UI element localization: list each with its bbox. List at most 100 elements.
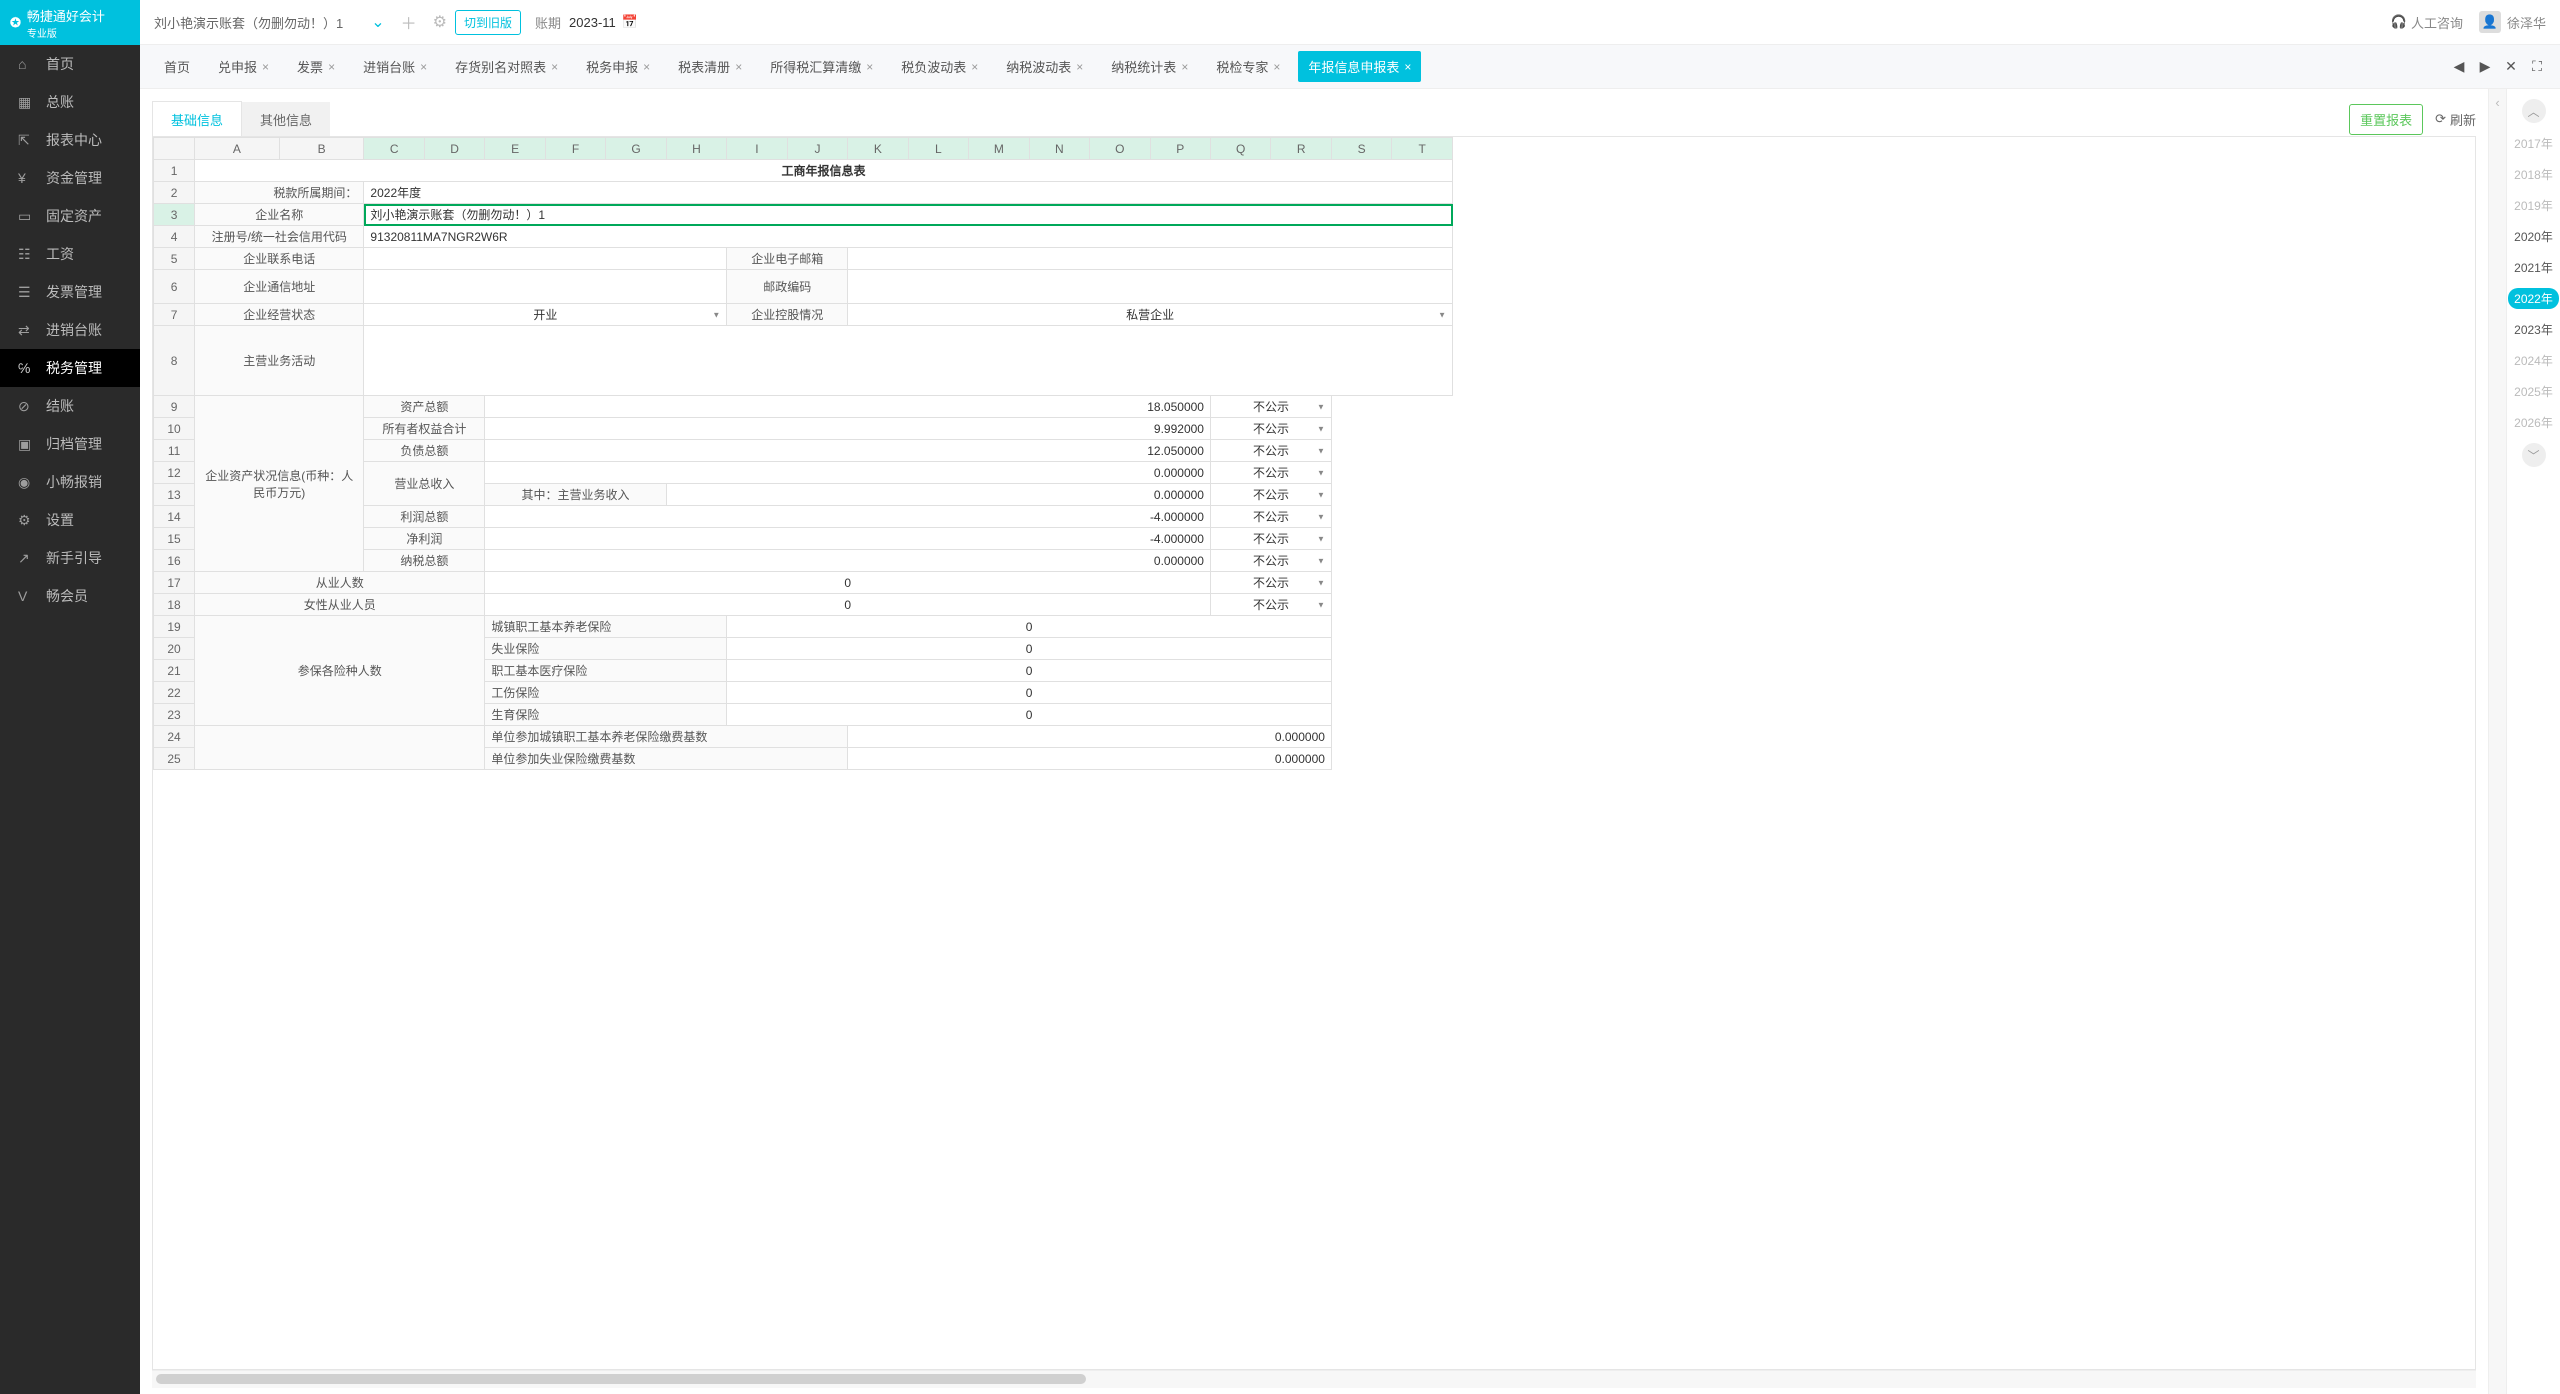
- nav-icon: ¥: [18, 170, 36, 186]
- nav-icon: V: [18, 588, 36, 604]
- vertical-scrollbar[interactable]: ‹: [2488, 89, 2506, 1394]
- nav-item-9[interactable]: ⊘结账: [0, 387, 140, 425]
- close-icon[interactable]: ×: [420, 60, 427, 74]
- nav-icon: ⚙: [18, 512, 36, 529]
- sub-tab-basic[interactable]: 基础信息: [152, 101, 242, 137]
- tab-4[interactable]: 存货别名对照表×: [445, 57, 568, 76]
- year-2022年[interactable]: 2022年: [2508, 288, 2559, 309]
- nav-item-13[interactable]: ↗新手引导: [0, 539, 140, 577]
- nav-icon: ⇱: [18, 132, 36, 149]
- tab-prev-icon[interactable]: ◀: [2446, 54, 2472, 80]
- nav-icon: ℅: [18, 360, 36, 376]
- nav-icon: ◉: [18, 474, 36, 491]
- nav-item-7[interactable]: ⇄进销台账: [0, 311, 140, 349]
- year-2017年[interactable]: 2017年: [2508, 133, 2559, 154]
- tab-6[interactable]: 税表清册×: [668, 57, 752, 76]
- close-icon[interactable]: ×: [262, 60, 269, 74]
- tab-8[interactable]: 税负波动表×: [891, 57, 988, 76]
- chevron-down-icon[interactable]: ⌄: [371, 12, 384, 32]
- nav-icon: ⇄: [18, 322, 36, 339]
- tab-close-all-icon[interactable]: ✕: [2498, 54, 2524, 80]
- tab-10[interactable]: 纳税统计表×: [1101, 57, 1198, 76]
- year-panel: ︿ 2017年 2018年 2019年 2020年 2021年 2022年 2023年 202…: [2506, 89, 2560, 1394]
- close-icon[interactable]: ×: [1181, 60, 1188, 74]
- brand-logo: ✪ 畅捷通好会计 专业版: [0, 0, 140, 45]
- period-value[interactable]: 2023-11: [569, 15, 616, 30]
- nav-icon: ⌂: [18, 56, 36, 72]
- close-icon[interactable]: ×: [551, 60, 558, 74]
- headset-icon: 🎧: [2391, 14, 2407, 30]
- scroll-collapse-icon[interactable]: ‹: [2495, 95, 2499, 110]
- tab-0[interactable]: 首页: [154, 57, 200, 76]
- tab-11[interactable]: 税检专家×: [1206, 57, 1290, 76]
- plus-icon[interactable]: ＋: [401, 10, 417, 34]
- nav-item-12[interactable]: ⚙设置: [0, 501, 140, 539]
- topbar: 刘小艳演示账套（勿删勿动！）1 ⌄ ＋ ⚙ 切到旧版 账期 2023-11 📅 …: [140, 0, 2560, 45]
- year-2018年[interactable]: 2018年: [2508, 164, 2559, 185]
- fullscreen-icon[interactable]: ⛶: [2524, 54, 2550, 80]
- brand-sub: 专业版: [27, 25, 105, 40]
- calendar-icon[interactable]: 📅: [622, 14, 638, 30]
- nav-item-2[interactable]: ⇱报表中心: [0, 121, 140, 159]
- nav-item-6[interactable]: ☰发票管理: [0, 273, 140, 311]
- refresh-button[interactable]: ⟳ 刷新: [2435, 110, 2476, 129]
- close-icon[interactable]: ×: [643, 60, 650, 74]
- close-icon[interactable]: ×: [1404, 60, 1411, 74]
- sub-tab-other[interactable]: 其他信息: [242, 102, 330, 137]
- nav-item-3[interactable]: ¥资金管理: [0, 159, 140, 197]
- close-icon[interactable]: ×: [328, 60, 335, 74]
- tab-1[interactable]: 兑申报×: [208, 57, 279, 76]
- tab-5[interactable]: 税务申报×: [576, 57, 660, 76]
- user-menu[interactable]: 👤 徐泽华: [2479, 11, 2546, 33]
- brand-name: 畅捷通好会计: [27, 6, 105, 25]
- reset-report-button[interactable]: 重置报表: [2349, 104, 2423, 135]
- tab-2[interactable]: 发票×: [287, 57, 345, 76]
- year-2020年[interactable]: 2020年: [2508, 226, 2559, 247]
- nav-icon: ▦: [18, 94, 36, 111]
- close-icon[interactable]: ×: [866, 60, 873, 74]
- nav-icon: ↗: [18, 550, 36, 567]
- nav-item-10[interactable]: ▣归档管理: [0, 425, 140, 463]
- period-label: 账期: [535, 13, 561, 32]
- sidebar: ✪ 畅捷通好会计 专业版 ⌂首页▦总账⇱报表中心¥资金管理▭固定资产☷工资☰发票…: [0, 0, 140, 1394]
- consult-link[interactable]: 🎧 人工咨询: [2391, 13, 2463, 32]
- nav-item-4[interactable]: ▭固定资产: [0, 197, 140, 235]
- nav-icon: ▭: [18, 208, 36, 225]
- nav-item-11[interactable]: ◉小畅报销: [0, 463, 140, 501]
- year-2024年[interactable]: 2024年: [2508, 350, 2559, 371]
- year-2023年[interactable]: 2023年: [2508, 319, 2559, 340]
- close-icon[interactable]: ×: [735, 60, 742, 74]
- nav-item-5[interactable]: ☷工资: [0, 235, 140, 273]
- tab-7[interactable]: 所得税汇算清缴×: [760, 57, 883, 76]
- year-down-icon[interactable]: ﹀: [2522, 443, 2546, 467]
- year-2025年[interactable]: 2025年: [2508, 381, 2559, 402]
- spreadsheet[interactable]: ABCDEFGHIJKLMNOPQRST1工商年报信息表2税款所属期间：2022…: [152, 136, 2476, 1370]
- tab-12[interactable]: 年报信息申报表×: [1298, 51, 1421, 82]
- year-2026年[interactable]: 2026年: [2508, 412, 2559, 433]
- account-selector[interactable]: 刘小艳演示账套（勿删勿动！）1: [154, 13, 343, 32]
- nav-icon: ☰: [18, 284, 36, 301]
- tab-9[interactable]: 纳税波动表×: [996, 57, 1093, 76]
- gear-icon[interactable]: ⚙: [433, 12, 447, 32]
- nav-icon: ☷: [18, 246, 36, 263]
- year-2019年[interactable]: 2019年: [2508, 195, 2559, 216]
- tabbar: 首页兑申报× 发票× 进销台账× 存货别名对照表× 税务申报× 税表清册× 所得税汇算清缴×…: [140, 45, 2560, 89]
- close-icon[interactable]: ×: [1076, 60, 1083, 74]
- year-up-icon[interactable]: ︿: [2522, 99, 2546, 123]
- tab-3[interactable]: 进销台账×: [353, 57, 437, 76]
- avatar-icon: 👤: [2479, 11, 2501, 33]
- nav-icon: ⊘: [18, 398, 36, 415]
- nav-item-14[interactable]: V畅会员: [0, 577, 140, 615]
- close-icon[interactable]: ×: [971, 60, 978, 74]
- nav-icon: ▣: [18, 436, 36, 453]
- switch-old-button[interactable]: 切到旧版: [455, 10, 521, 35]
- nav-item-8[interactable]: ℅税务管理: [0, 349, 140, 387]
- logo-icon: ✪: [10, 15, 21, 31]
- close-icon[interactable]: ×: [1273, 60, 1280, 74]
- nav-item-1[interactable]: ▦总账: [0, 83, 140, 121]
- refresh-icon: ⟳: [2435, 111, 2446, 127]
- horizontal-scrollbar[interactable]: [152, 1370, 2476, 1388]
- tab-next-icon[interactable]: ▶: [2472, 54, 2498, 80]
- nav-item-0[interactable]: ⌂首页: [0, 45, 140, 83]
- year-2021年[interactable]: 2021年: [2508, 257, 2559, 278]
